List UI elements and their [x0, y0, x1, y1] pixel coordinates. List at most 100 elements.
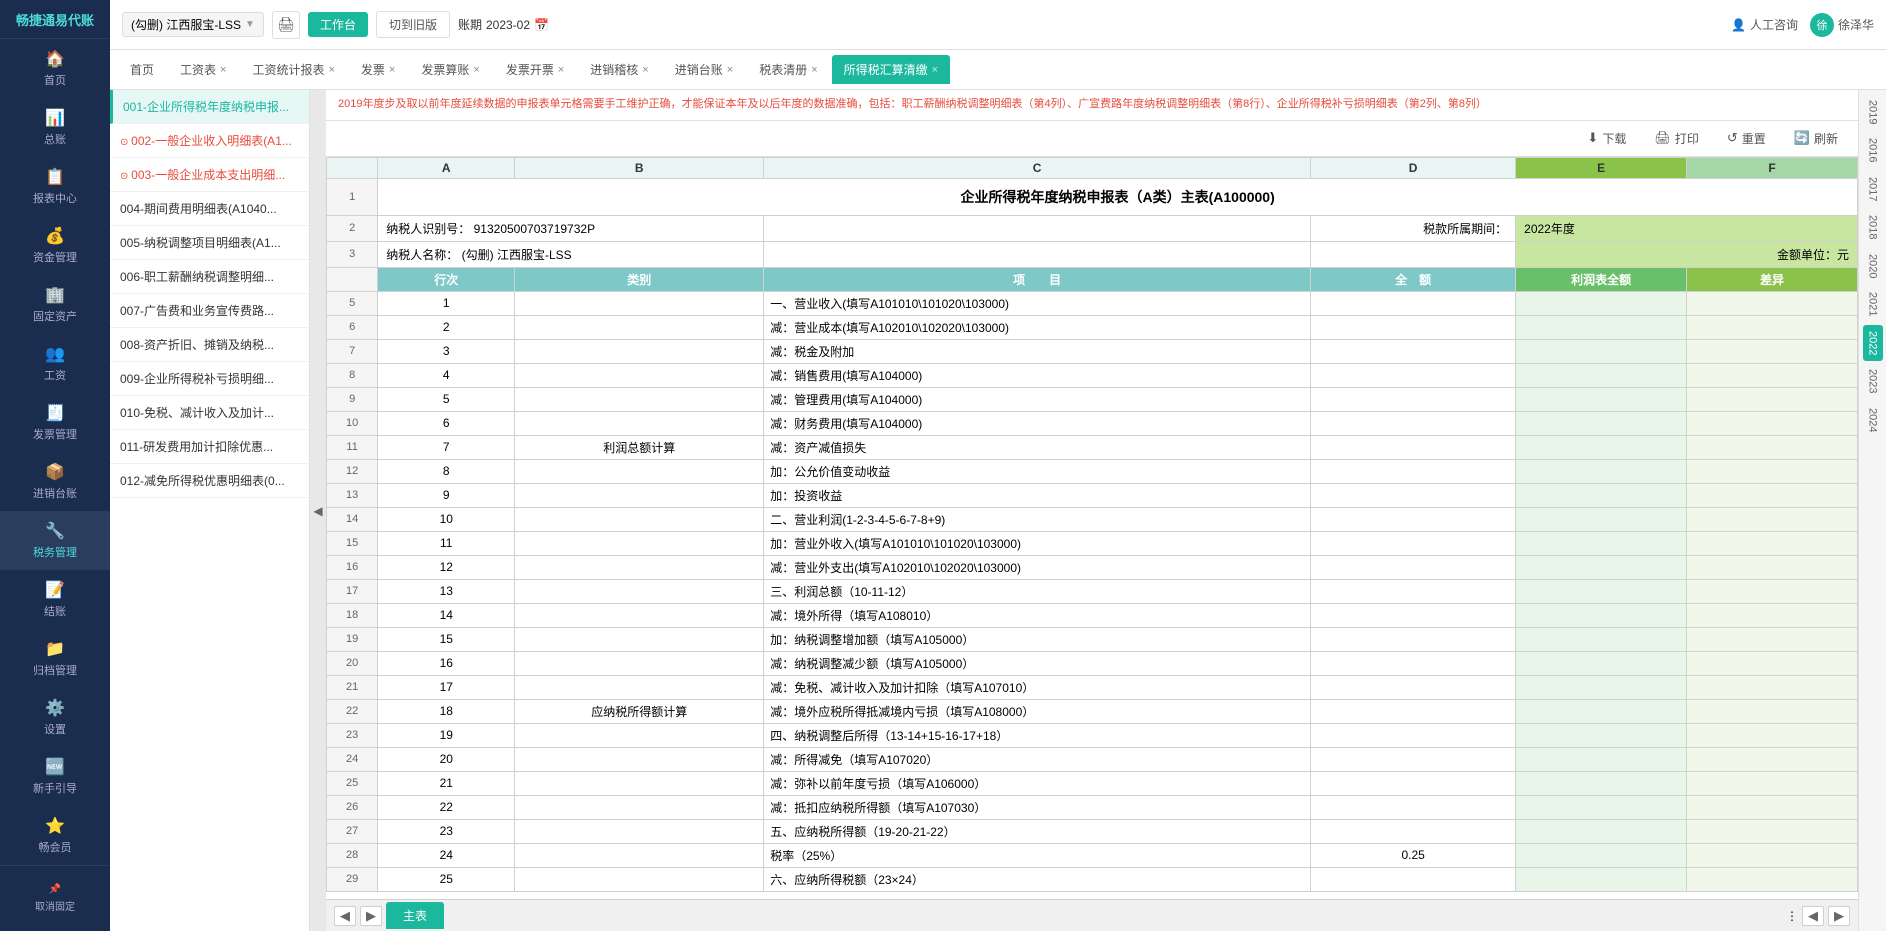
refresh-button[interactable]: 🔄 刷新	[1786, 127, 1846, 150]
tab-close-purchase-audit[interactable]: ×	[642, 64, 648, 76]
user-menu[interactable]: 徐 徐泽华	[1810, 13, 1874, 37]
warning-bar: 2019年度步及取以前年度延续数据的申报表单元格需要手工维护正确，才能保证本年及…	[326, 90, 1858, 121]
year-nav-2020[interactable]: 2020	[1863, 248, 1883, 284]
tab-tax-clear[interactable]: 税表清册 ×	[747, 55, 829, 84]
sidebar-item-reports[interactable]: 📋 报表中心	[0, 157, 110, 216]
tab-close-invoice-open[interactable]: ×	[558, 64, 564, 76]
tab-close-tax-clear[interactable]: ×	[811, 64, 817, 76]
sidebar-item-newbie[interactable]: 🆕 新手引导	[0, 747, 110, 806]
newbie-icon: 🆕	[45, 757, 65, 777]
bottom-bar-right: ⋮ ◀ ▶	[1786, 906, 1850, 926]
year-nav-2021[interactable]: 2021	[1863, 286, 1883, 322]
left-panel-item-008[interactable]: 008-资产折旧、摊销及纳税...	[110, 328, 309, 362]
sheet-next-button[interactable]: ▶	[360, 906, 382, 926]
table-row: 10 6 减：财务费用(填写A104000)	[327, 411, 1858, 435]
table-row: 9 5 减：管理费用(填写A104000)	[327, 387, 1858, 411]
sheet-area[interactable]: A B C D E F 1 企业所得税年度纳税申报表（A类）主表(A100000…	[326, 157, 1858, 899]
sidebar-item-purchase-sales[interactable]: 📦 进销台账	[0, 452, 110, 511]
left-panel-item-010[interactable]: 010-免税、减计收入及加计...	[110, 396, 309, 430]
refresh-icon: 🔄	[1794, 130, 1810, 146]
sidebar-item-general-ledger[interactable]: 📊 总账	[0, 98, 110, 157]
col-lirun-header: 利润表全额	[1516, 267, 1687, 291]
year-nav-2024[interactable]: 2024	[1863, 402, 1883, 438]
table-row: 24 20 减：所得减免（填写A107020）	[327, 747, 1858, 771]
tab-invoice[interactable]: 发票 ×	[349, 55, 407, 84]
table-row: 27 23 五、应纳税所得额（19-20-21-22）	[327, 819, 1858, 843]
year-nav-2017[interactable]: 2017	[1863, 171, 1883, 207]
cutover-button[interactable]: 切到旧版	[376, 11, 450, 38]
unpin-button[interactable]: 📌 取消固定	[0, 874, 110, 923]
table-row: 13 9 加：投资收益	[327, 483, 1858, 507]
scroll-left-button[interactable]: ◀	[1802, 906, 1824, 926]
left-panel-item-001[interactable]: 001-企业所得税年度纳税申报...	[110, 90, 309, 124]
year-nav-2019[interactable]: 2019	[1863, 94, 1883, 130]
service-button[interactable]: 👤 人工咨询	[1731, 16, 1798, 33]
tab-purchase-ledger[interactable]: 进销台账 ×	[663, 55, 745, 84]
taxpayer-name-label: 纳税人名称：	[386, 248, 458, 262]
tab-home[interactable]: 首页	[118, 55, 166, 84]
year-nav-2023[interactable]: 2023	[1863, 363, 1883, 399]
calendar-icon[interactable]: 📅	[534, 18, 549, 32]
table-row: 19 15 加：纳税调整增加额（填写A105000）	[327, 627, 1858, 651]
sheet-tab-main[interactable]: 主表	[386, 902, 444, 929]
table-row: 15 11 加：营业外收入(填写A101010\101020\103000)	[327, 531, 1858, 555]
left-panel-item-004[interactable]: 004-期间费用明细表(A1040...	[110, 192, 309, 226]
funds-icon: 💰	[45, 226, 65, 246]
table-row: 3 纳税人名称： (勾删) 江西服宝-LSS 金额单位：元	[327, 241, 1858, 267]
sidebar-item-assets[interactable]: 🏢 固定资产	[0, 275, 110, 334]
col-c-header: C	[764, 157, 1311, 178]
warning-text: 2019年度步及取以前年度延续数据的申报表单元格需要手工维护正确，才能保证本年及…	[338, 98, 1487, 110]
main-content: 2019年度步及取以前年度延续数据的申报表单元格需要手工维护正确，才能保证本年及…	[326, 90, 1858, 931]
topbar-right: 👤 人工咨询 徐 徐泽华	[1731, 13, 1874, 37]
sidebar-item-funds[interactable]: 💰 资金管理	[0, 216, 110, 275]
toolbar: ⬇ 下载 🖨 打印 ↺ 重置 🔄 刷新	[326, 121, 1858, 157]
table-row: 8 4 减：销售费用(填写A104000)	[327, 363, 1858, 387]
panel-collapse-button[interactable]: ◀	[310, 90, 326, 931]
col-xiangmu-header: 项 目	[764, 267, 1311, 291]
col-a-header: A	[378, 157, 515, 178]
sidebar-item-payroll[interactable]: 👥 工资	[0, 334, 110, 393]
left-panel-item-003[interactable]: ⊙ 003-一般企业成本支出明细...	[110, 158, 309, 192]
tab-payroll-stats[interactable]: 工资统计报表 ×	[240, 55, 346, 84]
tab-close-payroll-stats[interactable]: ×	[328, 64, 334, 76]
tab-close-purchase-ledger[interactable]: ×	[727, 64, 733, 76]
tab-close-payroll[interactable]: ×	[220, 64, 226, 76]
workspace-button[interactable]: 工作台	[308, 12, 368, 37]
sidebar-item-archive[interactable]: 📁 归档管理	[0, 629, 110, 688]
taxpayer-id-value: 91320500703719732P	[474, 222, 595, 236]
tab-income-tax[interactable]: 所得税汇算清缴 ×	[832, 55, 950, 84]
tab-payroll[interactable]: 工资表 ×	[168, 55, 238, 84]
table-row: 2 纳税人识别号： 91320500703719732P 税款所属期间： 202…	[327, 215, 1858, 241]
print-button[interactable]: 🖨 打印	[1646, 127, 1707, 150]
tab-close-income-tax[interactable]: ×	[932, 64, 938, 76]
print-icon-btn[interactable]: 🖨	[272, 11, 300, 39]
left-panel-item-006[interactable]: 006-职工薪酬纳税调整明细...	[110, 260, 309, 294]
left-panel-item-005[interactable]: 005-纳税调整项目明细表(A1...	[110, 226, 309, 260]
company-selector[interactable]: (勾删) 江西服宝-LSS ▼	[122, 12, 264, 37]
left-panel-item-002[interactable]: ⊙ 002-一般企业收入明细表(A1...	[110, 124, 309, 158]
left-panel-item-009[interactable]: 009-企业所得税补亏损明细...	[110, 362, 309, 396]
year-nav-2016[interactable]: 2016	[1863, 132, 1883, 168]
year-nav-2022[interactable]: 2022	[1863, 325, 1883, 361]
download-button[interactable]: ⬇ 下载	[1579, 127, 1634, 150]
sidebar-item-home[interactable]: 🏠 首页	[0, 39, 110, 98]
sidebar-item-invoice[interactable]: 🧾 发票管理	[0, 393, 110, 452]
table-row: 28 24 税率（25%） 0.25	[327, 843, 1858, 867]
sidebar-item-settings[interactable]: ⚙️ 设置	[0, 688, 110, 747]
sheet-prev-button[interactable]: ◀	[334, 906, 356, 926]
left-panel-item-011[interactable]: 011-研发费用加计扣除优惠...	[110, 430, 309, 464]
scroll-right-button[interactable]: ▶	[1828, 906, 1850, 926]
purchase-icon: 📦	[45, 462, 65, 482]
sidebar-item-tax[interactable]: 🔧 税务管理	[0, 511, 110, 570]
tab-invoice-open[interactable]: 发票开票 ×	[494, 55, 576, 84]
tab-invoice-calc[interactable]: 发票算账 ×	[409, 55, 491, 84]
sidebar-item-vip[interactable]: ⭐ 畅会员	[0, 806, 110, 865]
tab-purchase-audit[interactable]: 进销稽核 ×	[578, 55, 660, 84]
tab-close-invoice[interactable]: ×	[389, 64, 395, 76]
left-panel-item-012[interactable]: 012-减免所得税优惠明细表(0...	[110, 464, 309, 498]
sidebar-item-close-account[interactable]: 📝 结账	[0, 570, 110, 629]
left-panel-item-007[interactable]: 007-广告费和业务宣传费路...	[110, 294, 309, 328]
tab-close-invoice-calc[interactable]: ×	[473, 64, 479, 76]
reset-button[interactable]: ↺ 重置	[1719, 127, 1774, 150]
year-nav-2018[interactable]: 2018	[1863, 209, 1883, 245]
